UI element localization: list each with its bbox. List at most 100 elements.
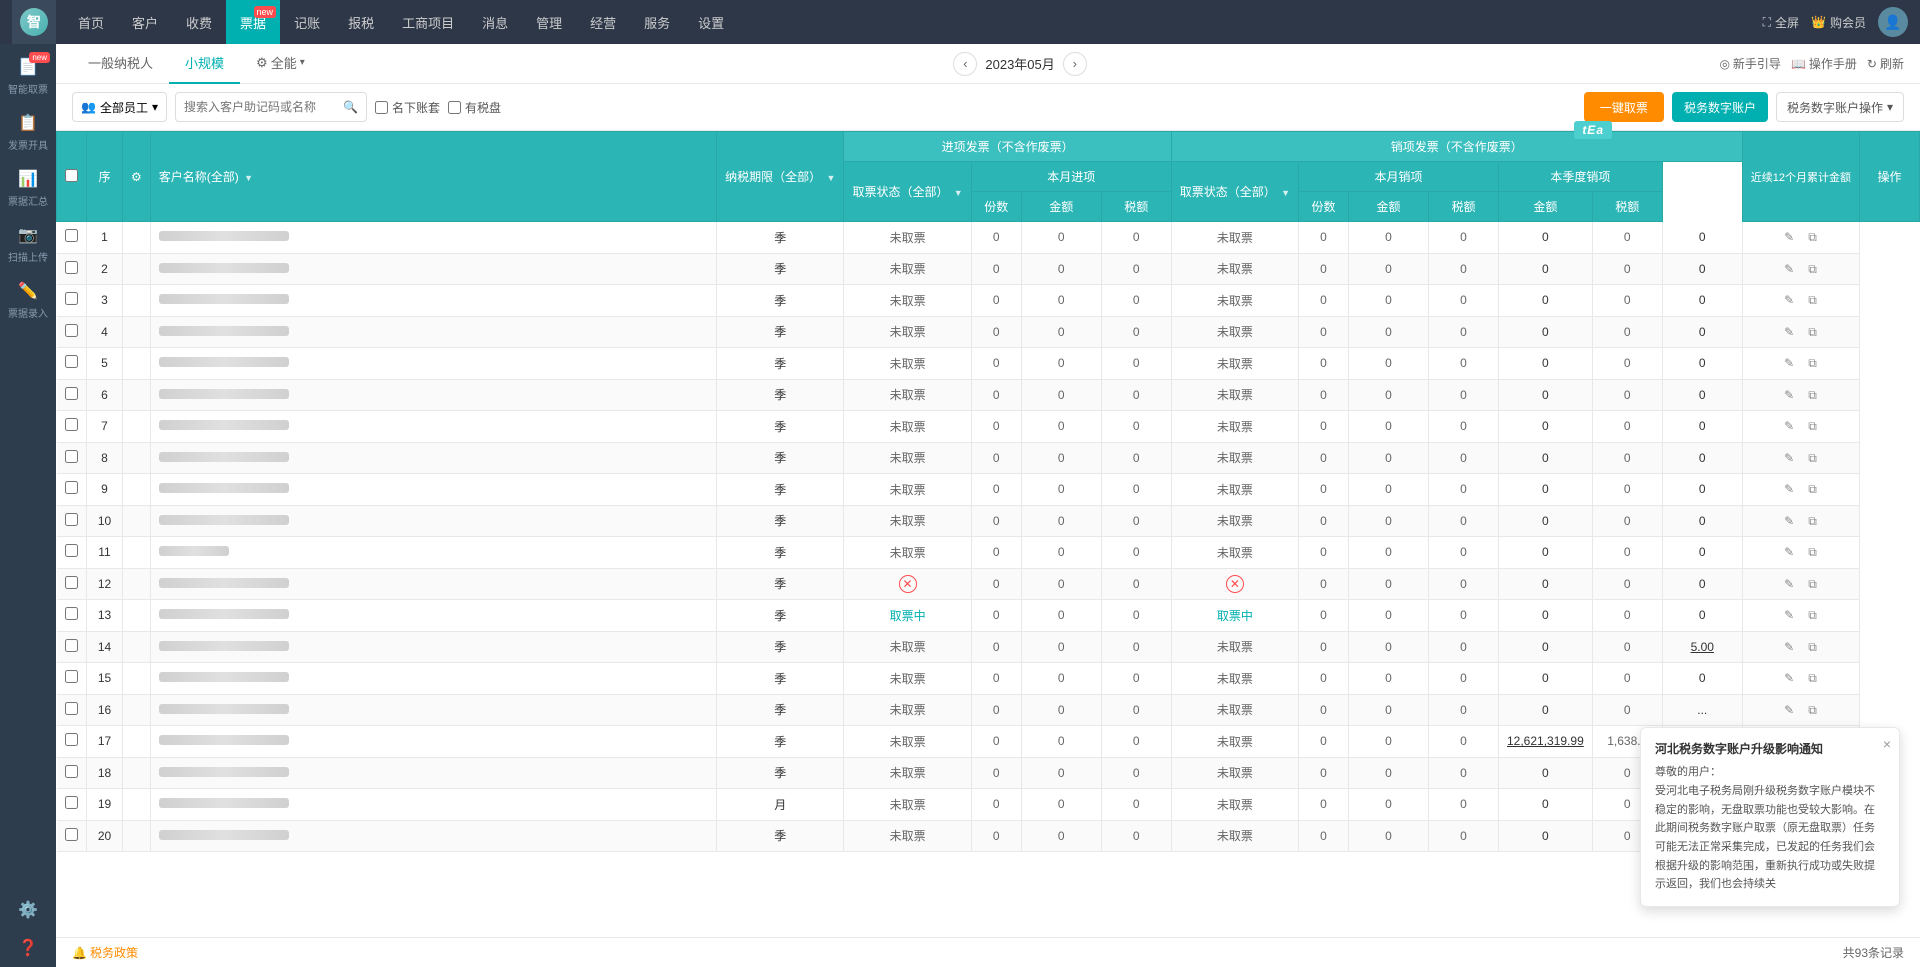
count-link[interactable]: 0 [1624, 451, 1631, 465]
edit-btn[interactable]: ✎ [1779, 259, 1799, 279]
hastax-checkbox[interactable]: 有税盘 [448, 99, 501, 116]
edit-btn[interactable]: ✎ [1779, 700, 1799, 720]
count-link[interactable]: 0 [1058, 325, 1065, 339]
count-link[interactable]: 0 [1385, 671, 1392, 685]
count-link[interactable]: 0 [1320, 482, 1327, 496]
count-link[interactable]: 0 [993, 419, 1000, 433]
count-link[interactable]: 0 [1133, 451, 1140, 465]
employee-filter-dropdown[interactable]: 👥 全部员工 ▾ [72, 92, 167, 122]
sidebar-item-settings[interactable]: ⚙️ [0, 891, 56, 929]
edit-btn[interactable]: ✎ [1779, 574, 1799, 594]
count-link[interactable]: 0 [993, 451, 1000, 465]
count-link[interactable]: 0 [1133, 640, 1140, 654]
copy-btn[interactable]: ⧉ [1803, 354, 1823, 374]
count-link[interactable]: 0 [1058, 388, 1065, 402]
count-link[interactable]: 0 [1385, 797, 1392, 811]
count-link[interactable]: 0 [993, 293, 1000, 307]
th-tax-period[interactable]: 纳税期限（全部） ▼ [717, 132, 844, 222]
th-gear[interactable]: ⚙ [123, 132, 151, 222]
count-link[interactable]: 0 [1624, 577, 1631, 591]
nav-settings[interactable]: 设置 [684, 0, 738, 44]
count-link[interactable]: 0 [1460, 671, 1467, 685]
count-link[interactable]: 0 [1385, 766, 1392, 780]
count-link[interactable]: 0 [1460, 797, 1467, 811]
row-checkbox[interactable] [65, 355, 78, 368]
row-checkbox[interactable] [65, 292, 78, 305]
count-link[interactable]: 0 [1460, 262, 1467, 276]
count-link[interactable]: 0 [1133, 262, 1140, 276]
count-link[interactable]: 0 [993, 577, 1000, 591]
edit-btn[interactable]: ✎ [1779, 668, 1799, 688]
edit-btn[interactable]: ✎ [1779, 605, 1799, 625]
row-checkbox[interactable] [65, 576, 78, 589]
nav-management[interactable]: 管理 [522, 0, 576, 44]
hastax-check[interactable] [448, 101, 461, 114]
count-link[interactable]: 0 [1133, 482, 1140, 496]
new-guide-btn[interactable]: ◎ 新手引导 [1719, 55, 1781, 72]
nav-message[interactable]: 消息 [468, 0, 522, 44]
date-prev-btn[interactable]: ‹ [953, 52, 977, 76]
count-link[interactable]: 0 [1385, 451, 1392, 465]
sidebar-item-help[interactable]: ❓ [0, 929, 56, 967]
count-link[interactable]: 0 [1460, 514, 1467, 528]
sidebar-item-issue[interactable]: 📋 发票开具 [0, 104, 56, 160]
notification-close-btn[interactable]: × [1883, 736, 1891, 752]
count-link[interactable]: 0 [993, 703, 1000, 717]
count-link[interactable]: 0 [993, 388, 1000, 402]
count-link[interactable]: 0 [1133, 293, 1140, 307]
row-checkbox[interactable] [65, 261, 78, 274]
count-link[interactable]: 0 [1058, 703, 1065, 717]
vip-btn[interactable]: 👑 购会员 [1811, 14, 1866, 31]
count-link[interactable]: 0 [1460, 577, 1467, 591]
avatar-btn[interactable]: 👤 [1878, 7, 1908, 37]
fullscreen-btn[interactable]: ⛶ 全屏 [1763, 14, 1799, 31]
count-link[interactable]: 0 [1385, 577, 1392, 591]
count-link[interactable]: 0 [1058, 230, 1065, 244]
nav-bookkeep[interactable]: 记账 [280, 0, 334, 44]
count-link[interactable]: 0 [1058, 356, 1065, 370]
count-link[interactable]: 0 [1320, 356, 1327, 370]
row-checkbox[interactable] [65, 229, 78, 242]
count-link[interactable]: 0 [1624, 829, 1631, 843]
count-link[interactable]: 0 [1320, 419, 1327, 433]
subbookkeeping-checkbox[interactable]: 名下账套 [375, 99, 440, 116]
row-checkbox[interactable] [65, 639, 78, 652]
subbookkeeping-check[interactable] [375, 101, 388, 114]
count-link[interactable]: 0 [993, 671, 1000, 685]
row-checkbox[interactable] [65, 796, 78, 809]
count-link[interactable]: 0 [1385, 703, 1392, 717]
tab-general-taxpayer[interactable]: 一般纳税人 [72, 44, 169, 84]
count-link[interactable]: 0 [1133, 419, 1140, 433]
copy-btn[interactable]: ⧉ [1803, 291, 1823, 311]
sidebar-item-scan[interactable]: 📷 扫描上传 [0, 216, 56, 272]
edit-btn[interactable]: ✎ [1779, 227, 1799, 247]
count-link[interactable]: 0 [1320, 608, 1327, 622]
count-link[interactable]: 0 [993, 797, 1000, 811]
count-link[interactable]: 0 [1133, 703, 1140, 717]
count-link[interactable]: 0 [993, 230, 1000, 244]
count-link[interactable]: 0 [1320, 514, 1327, 528]
count-link[interactable]: 0 [1320, 577, 1327, 591]
row-checkbox[interactable] [65, 544, 78, 557]
copy-btn[interactable]: ⧉ [1803, 637, 1823, 657]
count-link[interactable]: 0 [1460, 545, 1467, 559]
count-link[interactable]: 0 [1133, 797, 1140, 811]
row-checkbox[interactable] [65, 607, 78, 620]
count-link[interactable]: 0 [1624, 703, 1631, 717]
nav-home[interactable]: 首页 [64, 0, 118, 44]
edit-btn[interactable]: ✎ [1779, 448, 1799, 468]
count-link[interactable]: 0 [1385, 482, 1392, 496]
count-link[interactable]: 0 [1385, 514, 1392, 528]
refresh-btn[interactable]: ↻ 刷新 [1867, 55, 1904, 72]
count-link[interactable]: 0 [1460, 829, 1467, 843]
count-link[interactable]: 0 [1385, 388, 1392, 402]
count-link[interactable]: 0 [1320, 829, 1327, 843]
row-checkbox[interactable] [65, 418, 78, 431]
count-link[interactable]: 0 [1058, 797, 1065, 811]
edit-btn[interactable]: ✎ [1779, 290, 1799, 310]
count-link[interactable]: 0 [1624, 230, 1631, 244]
row-checkbox[interactable] [65, 765, 78, 778]
copy-btn[interactable]: ⧉ [1803, 480, 1823, 500]
copy-btn[interactable]: ⧉ [1803, 228, 1823, 248]
date-next-btn[interactable]: › [1063, 52, 1087, 76]
